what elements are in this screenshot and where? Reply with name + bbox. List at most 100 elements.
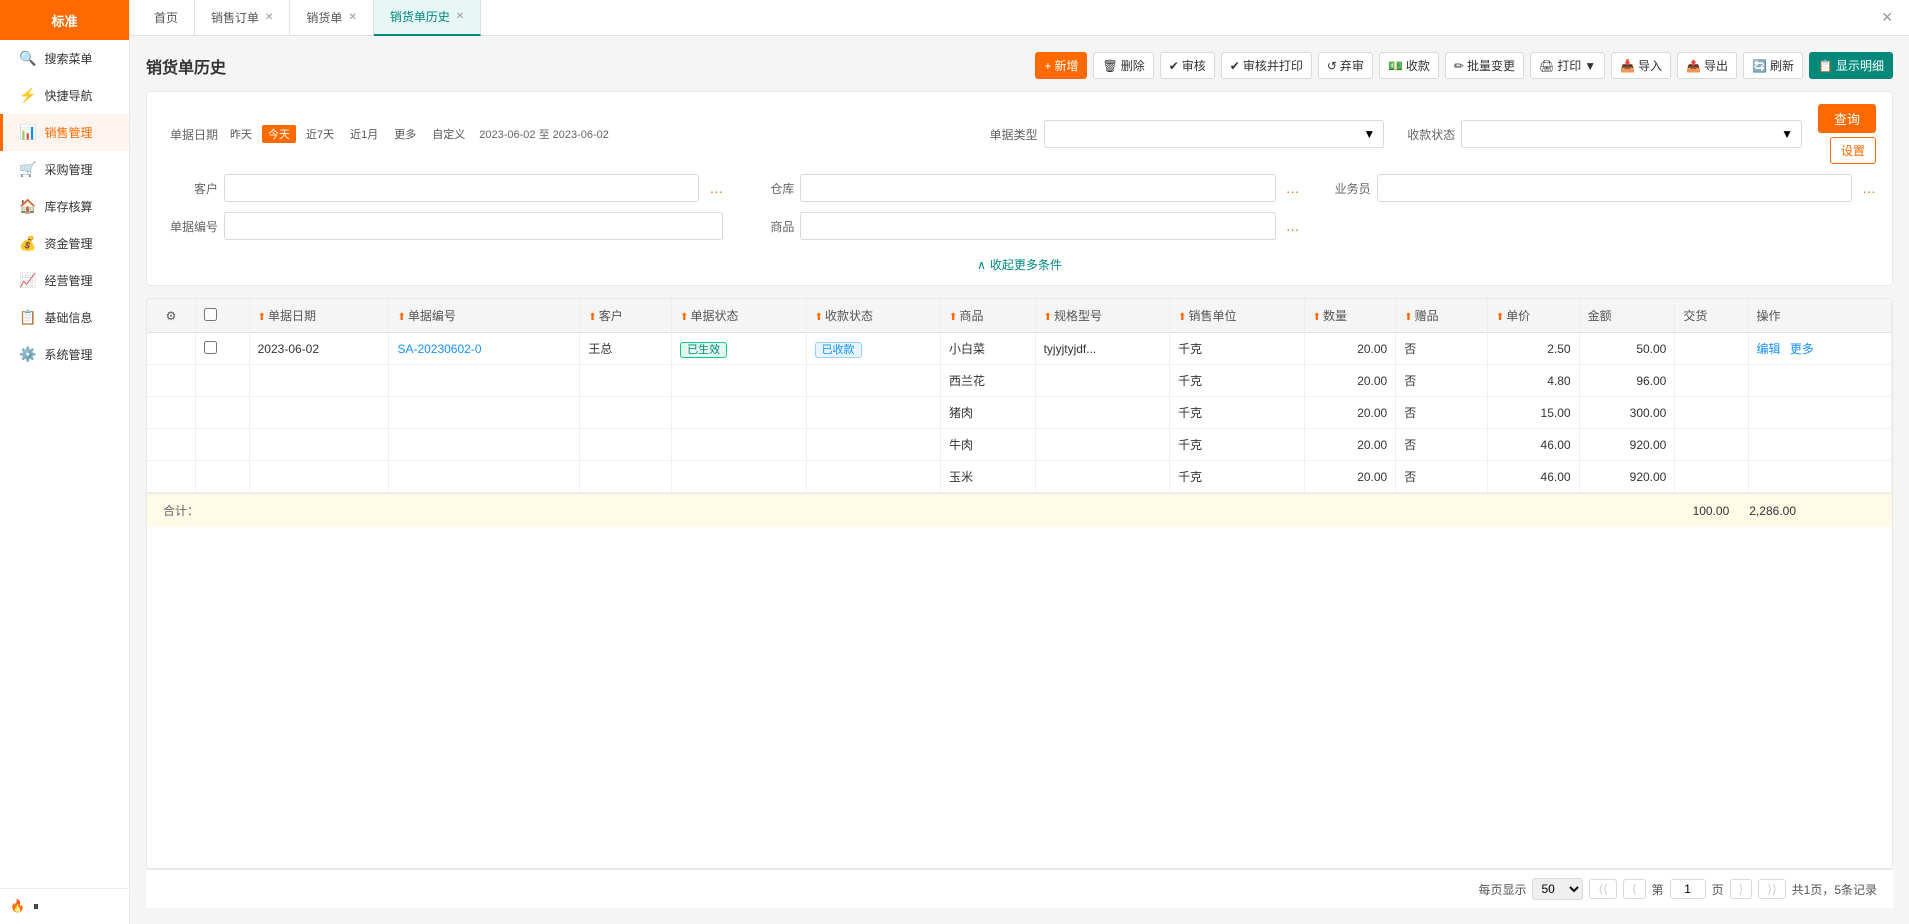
col-gear[interactable]: ⚙ xyxy=(147,299,196,333)
sidebar-item-search-menu[interactable]: 🔍 搜索菜单 xyxy=(0,40,129,77)
settings-button[interactable]: 设置 xyxy=(1830,137,1876,164)
more-link[interactable]: 更多 xyxy=(1790,342,1814,356)
sidebar-item-purchase-mgmt[interactable]: 🛒 采购管理 xyxy=(0,151,129,188)
date-tag-yesterday[interactable]: 昨天 xyxy=(224,125,258,143)
row-gift: 否 xyxy=(1396,333,1488,365)
sidebar-item-sales-mgmt[interactable]: 📊 销售管理 xyxy=(0,114,129,151)
edit-link[interactable]: 编辑 xyxy=(1757,342,1781,356)
export-icon: 📤 xyxy=(1686,59,1701,73)
col-price[interactable]: ⬆单价 xyxy=(1487,299,1579,333)
doc-no-input[interactable] xyxy=(224,212,723,240)
prev-page-button[interactable]: ⟨ xyxy=(1623,879,1646,899)
sidebar-item-quick-nav[interactable]: ⚡ 快捷导航 xyxy=(0,77,129,114)
col-gift[interactable]: ⬆赠品 xyxy=(1396,299,1488,333)
col-payment-status[interactable]: ⬆收款状态 xyxy=(806,299,940,333)
row-select-checkbox[interactable] xyxy=(204,341,217,354)
row-transaction xyxy=(1675,429,1748,461)
close-all-tabs-button[interactable]: ✕ xyxy=(1873,5,1901,30)
goods-input[interactable] xyxy=(800,212,1275,240)
row-spec: tyjyjtyjdf... xyxy=(1035,333,1169,365)
tab-sales-order-label: 销售订单 xyxy=(211,9,259,26)
abandon-button[interactable]: ↺ 弃审 xyxy=(1318,52,1373,79)
col-goods[interactable]: ⬆商品 xyxy=(941,299,1036,333)
sidebar-item-basic-info[interactable]: 📋 基础信息 xyxy=(0,299,129,336)
col-unit[interactable]: ⬆销售单位 xyxy=(1170,299,1304,333)
row-price: 2.50 xyxy=(1487,333,1579,365)
warehouse-input[interactable] xyxy=(800,174,1275,202)
salesperson-input[interactable] xyxy=(1377,174,1852,202)
sidebar-bottom: 🔥 ⏸ xyxy=(0,888,129,924)
col-doc-no[interactable]: ⬆单据编号 xyxy=(389,299,580,333)
date-label: 单据日期 xyxy=(163,126,218,143)
collapse-button[interactable]: ∧ 收起更多条件 xyxy=(163,250,1876,273)
audit-button[interactable]: ✔ 审核 xyxy=(1160,52,1215,79)
sidebar-item-inventory[interactable]: 🏠 库存核算 xyxy=(0,188,129,225)
delete-button[interactable]: 🗑 删除 xyxy=(1093,52,1153,79)
date-tag-more[interactable]: 更多 xyxy=(388,125,422,143)
chevron-up-icon: ∧ xyxy=(977,258,986,272)
date-tag-custom[interactable]: 自定义 xyxy=(426,125,471,143)
doc-type-select[interactable]: ▼ xyxy=(1044,120,1385,148)
date-tag-1month[interactable]: 近1月 xyxy=(344,125,384,143)
col-qty[interactable]: ⬆数量 xyxy=(1304,299,1396,333)
form-item-goods: 商品 … xyxy=(739,212,1299,240)
sort-icon-goods: ⬆ xyxy=(949,312,957,323)
col-spec[interactable]: ⬆规格型号 xyxy=(1035,299,1169,333)
query-button[interactable]: 查询 xyxy=(1818,104,1876,133)
new-button[interactable]: + 新增 xyxy=(1035,52,1087,79)
tab-home[interactable]: 首页 xyxy=(138,0,195,36)
last-page-button[interactable]: ⟩⟩ xyxy=(1758,879,1785,899)
fire-icon[interactable]: 🔥 xyxy=(10,899,25,914)
next-page-button[interactable]: ⟩ xyxy=(1730,879,1753,899)
print-button[interactable]: 🖨 打印 ▼ xyxy=(1530,52,1605,79)
collect-button[interactable]: 💵 收款 xyxy=(1379,52,1439,79)
plus-icon: + xyxy=(1044,59,1051,73)
first-page-button[interactable]: ⟨⟨ xyxy=(1589,879,1616,899)
goods-picker-icon[interactable]: … xyxy=(1286,218,1300,234)
form-item-salesperson: 业务员 … xyxy=(1316,174,1876,202)
row-amount: 96.00 xyxy=(1579,365,1675,397)
tab-sales-delivery[interactable]: 销货单 ✕ xyxy=(290,0,373,36)
tab-sales-history[interactable]: 销货单历史 ✕ xyxy=(374,0,481,36)
customer-input[interactable] xyxy=(224,174,699,202)
close-sales-delivery-tab[interactable]: ✕ xyxy=(348,12,356,23)
page-size-select[interactable]: 50 10 20 100 xyxy=(1532,878,1583,900)
row-payment-status xyxy=(806,365,940,397)
col-customer[interactable]: ⬆客户 xyxy=(580,299,672,333)
row-action xyxy=(1748,461,1892,493)
refresh-button[interactable]: 🔄 刷新 xyxy=(1743,52,1803,79)
col-doc-status[interactable]: ⬆单据状态 xyxy=(672,299,806,333)
col-transaction: 交货 xyxy=(1675,299,1748,333)
date-tag-7days[interactable]: 近7天 xyxy=(300,125,340,143)
gear-icon: ⚙️ xyxy=(19,346,36,363)
page-number-input[interactable] xyxy=(1670,879,1706,899)
pause-icon[interactable]: ⏸ xyxy=(33,899,39,914)
collapse-label: 收起更多条件 xyxy=(990,256,1062,273)
date-group: 昨天 今天 近7天 近1月 更多 自定义 2023-06-02 至 2023-0… xyxy=(224,125,609,143)
col-doc-date[interactable]: ⬆单据日期 xyxy=(249,299,389,333)
customer-picker-icon[interactable]: … xyxy=(709,180,723,196)
tab-sales-order[interactable]: 销售订单 ✕ xyxy=(195,0,290,36)
row-transaction xyxy=(1675,333,1748,365)
sidebar-item-label: 系统管理 xyxy=(44,346,92,363)
sort-icon-spec: ⬆ xyxy=(1044,312,1052,323)
batch-change-button[interactable]: ✏ 批量变更 xyxy=(1445,52,1524,79)
sort-icon-status: ⬆ xyxy=(680,312,688,323)
audit-print-button[interactable]: ✔ 审核并打印 xyxy=(1221,52,1312,79)
salesperson-picker-icon[interactable]: … xyxy=(1862,180,1876,196)
sidebar-item-finance[interactable]: 💰 资金管理 xyxy=(0,225,129,262)
data-table-wrapper: ⚙ ⬆单据日期 ⬆单据编号 ⬆客户 ⬆单据状态 ⬆收款状态 ⬆商品 ⬆规格型号 … xyxy=(146,298,1893,869)
export-button[interactable]: 📤 导出 xyxy=(1677,52,1737,79)
date-tag-today[interactable]: 今天 xyxy=(262,125,296,143)
close-sales-order-tab[interactable]: ✕ xyxy=(265,12,273,23)
close-sales-history-tab[interactable]: ✕ xyxy=(456,11,464,22)
payment-status-select[interactable]: ▼ xyxy=(1461,120,1802,148)
warehouse-picker-icon[interactable]: … xyxy=(1286,180,1300,196)
doc-no-link[interactable]: SA-20230602-0 xyxy=(397,342,481,356)
import-button[interactable]: 📥 导入 xyxy=(1611,52,1671,79)
sidebar-item-business[interactable]: 📈 经营管理 xyxy=(0,262,129,299)
display-detail-button[interactable]: 📋 显示明细 xyxy=(1809,52,1893,79)
row-amount: 50.00 xyxy=(1579,333,1675,365)
sidebar-item-system-mgmt[interactable]: ⚙️ 系统管理 xyxy=(0,336,129,373)
select-all-checkbox[interactable] xyxy=(204,308,217,321)
